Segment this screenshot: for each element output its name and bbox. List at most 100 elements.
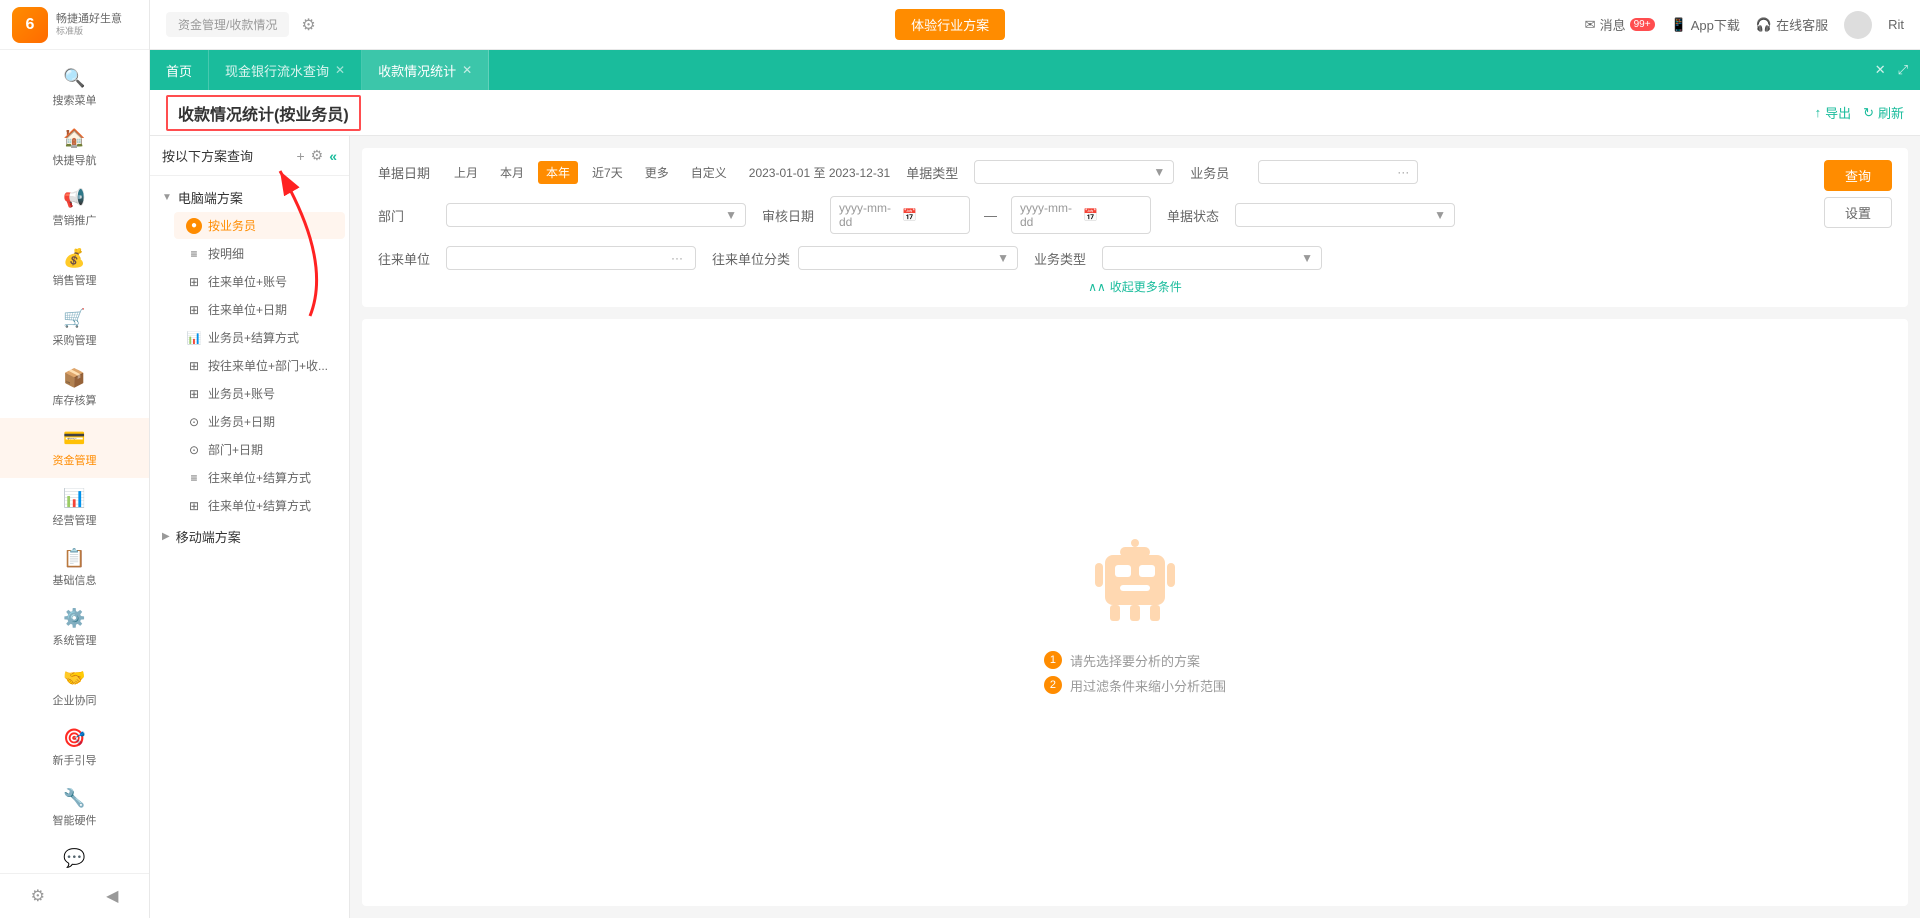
review-date-end-placeholder: yyyy-mm-dd	[1020, 201, 1079, 229]
sidebar-settings-btn[interactable]: ⚙	[31, 886, 45, 906]
date-tab-more[interactable]: 更多	[637, 161, 677, 184]
panel-add-icon[interactable]: +	[296, 148, 304, 164]
scheme-item-unit-account[interactable]: ⊞ 往来单位+账号	[174, 268, 345, 295]
filter-item-partner-category: 往来单位分类 ▼	[712, 246, 1018, 270]
sidebar-item-system[interactable]: ⚙️ 系统管理	[0, 598, 149, 658]
sidebar-item-wechat[interactable]: 💬 企业微信	[0, 838, 149, 873]
salesman-settle-icon: 📊	[186, 330, 202, 346]
scheme-item-unit-dept-collect[interactable]: ⊞ 按往来单位+部门+收...	[174, 352, 345, 379]
service-icon: 🎧	[1756, 17, 1772, 33]
scheme-item-unit-settle1[interactable]: ≡ 往来单位+结算方式	[174, 464, 345, 491]
trial-button[interactable]: 体验行业方案	[895, 9, 1005, 40]
purchase-icon: 🛒	[63, 308, 85, 329]
date-tab-last-month[interactable]: 上月	[446, 161, 486, 184]
sidebar-item-hardware[interactable]: 🔧 智能硬件	[0, 778, 149, 838]
partner-more-dots[interactable]: ···	[671, 251, 683, 265]
group-expand-arrow: ▼	[162, 192, 172, 203]
detail-scheme-icon: ≡	[186, 246, 202, 262]
collapse-more-button[interactable]: ∧∧ 收起更多条件	[378, 278, 1892, 295]
top-header-right: ✉ 消息 99+ 📱 App下载 🎧 在线客服 Rit	[1585, 11, 1904, 39]
filter-item-partner: 往来单位 ···	[378, 246, 696, 270]
app-download-button[interactable]: 📱 App下载	[1671, 15, 1740, 34]
date-tab-this-year[interactable]: 本年	[538, 161, 578, 184]
filter-item-date: 单据日期 上月 本月 本年 近7天 更多 自定义 2023-01-01 至 20…	[378, 161, 890, 184]
scheme-item-salesman-date[interactable]: ⊙ 业务员+日期	[174, 408, 345, 435]
scheme-item-unit-settle2[interactable]: ⊞ 往来单位+结算方式	[174, 492, 345, 519]
user-avatar[interactable]	[1844, 11, 1872, 39]
tab-collection-stats-close[interactable]: ✕	[462, 63, 472, 77]
sidebar-item-enterprise[interactable]: 🤝 企业协同	[0, 658, 149, 718]
search-menu-icon: 🔍	[63, 68, 85, 89]
salesman-scheme-icon: ●	[186, 218, 202, 234]
review-date-start[interactable]: yyyy-mm-dd 📅	[830, 196, 970, 234]
empty-tip-1: 1 请先选择要分析的方案	[1044, 651, 1226, 670]
biz-type-select[interactable]: ▼	[1102, 246, 1322, 270]
doc-status-select[interactable]: ▼	[1235, 203, 1455, 227]
panel-settings-icon[interactable]: ⚙	[311, 147, 324, 164]
refresh-button[interactable]: ↻ 刷新	[1863, 103, 1904, 122]
sidebar-item-guide[interactable]: 🎯 新手引导	[0, 718, 149, 778]
query-buttons: 查询 设置	[1824, 160, 1892, 228]
message-button[interactable]: ✉ 消息 99+	[1585, 15, 1655, 34]
tab-home-label: 首页	[166, 61, 192, 80]
tab-bank-flow-label: 现金银行流水查询	[225, 61, 329, 80]
mobile-group-arrow: ▶	[162, 531, 170, 542]
scheme-item-salesman-account[interactable]: ⊞ 业务员+账号	[174, 380, 345, 407]
sidebar-item-purchase[interactable]: 🛒 采购管理	[0, 298, 149, 358]
online-service-button[interactable]: 🎧 在线客服	[1756, 15, 1828, 34]
salesman-more-icon[interactable]: ···	[1397, 165, 1409, 179]
tab-bank-flow[interactable]: 现金银行流水查询 ✕	[209, 50, 362, 90]
breadcrumb: 资金管理/收款情况	[166, 12, 289, 37]
sidebar-item-operations[interactable]: 📊 经营管理	[0, 478, 149, 538]
tab-expand-icon[interactable]: ⤢	[1898, 62, 1908, 78]
panel-collapse-icon[interactable]: «	[329, 148, 337, 164]
scheme-item-by-salesman[interactable]: ● 按业务员	[174, 212, 345, 239]
scheme-item-salesman-settle[interactable]: 📊 业务员+结算方式	[174, 324, 345, 351]
query-button[interactable]: 查询	[1824, 160, 1892, 191]
scheme-item-by-detail[interactable]: ≡ 按明细	[174, 240, 345, 267]
scheme-group-desktop-header[interactable]: ▼ 电脑端方案	[150, 184, 349, 211]
inventory-icon: 📦	[63, 368, 85, 389]
scheme-item-unit-date[interactable]: ⊞ 往来单位+日期	[174, 296, 345, 323]
scheme-items-desktop: ● 按业务员 ≡ 按明细 ⊞ 往来单位+账号 ⊞	[150, 212, 349, 519]
sidebar-item-inventory[interactable]: 📦 库存核算	[0, 358, 149, 418]
date-tab-last-7days[interactable]: 近7天	[584, 161, 631, 184]
finance-icon: 💳	[63, 428, 85, 449]
sidebar-item-finance[interactable]: 💳 资金管理	[0, 418, 149, 478]
tab-bank-flow-close[interactable]: ✕	[335, 63, 345, 77]
sidebar-item-quick-nav[interactable]: 🏠 快捷导航	[0, 118, 149, 178]
tab-home[interactable]: 首页	[150, 50, 209, 90]
filter-settings-button[interactable]: 设置	[1824, 197, 1892, 228]
tab-collection-stats[interactable]: 收款情况统计 ✕	[362, 50, 489, 90]
sidebar-collapse-btn[interactable]: ◀	[106, 886, 118, 906]
top-header-left: 资金管理/收款情况 ⚙	[166, 12, 316, 37]
logo-icon: 6	[12, 7, 48, 43]
date-tab-custom[interactable]: 自定义	[683, 161, 735, 184]
unit-date-icon: ⊞	[186, 302, 202, 318]
sidebar-item-search-menu[interactable]: 🔍 搜索菜单	[0, 58, 149, 118]
panel-title: 按以下方案查询	[162, 146, 253, 165]
date-tab-this-month[interactable]: 本月	[492, 161, 532, 184]
scheme-item-dept-date[interactable]: ⊙ 部门+日期	[174, 436, 345, 463]
partner-label: 往来单位	[378, 249, 438, 268]
header-gear-icon[interactable]: ⚙	[301, 15, 315, 35]
tab-close-all-icon[interactable]: ✕	[1875, 62, 1886, 78]
partner-select[interactable]: ···	[446, 246, 696, 270]
sidebar-item-marketing[interactable]: 📢 营销推广	[0, 178, 149, 238]
review-date-end[interactable]: yyyy-mm-dd 📅	[1011, 196, 1151, 234]
sidebar-item-basic-info[interactable]: 📋 基础信息	[0, 538, 149, 598]
enterprise-icon: 🤝	[63, 668, 85, 689]
empty-state-icon	[1085, 525, 1185, 625]
salesman-select[interactable]: ···	[1258, 160, 1418, 184]
sidebar-item-sales[interactable]: 💰 销售管理	[0, 238, 149, 298]
export-button[interactable]: ↑ 导出	[1815, 103, 1852, 122]
doc-type-select[interactable]: ▼	[974, 160, 1174, 184]
calendar-start-icon: 📅	[902, 208, 961, 222]
dept-select[interactable]: ▼	[446, 203, 746, 227]
partner-category-select[interactable]: ▼	[798, 246, 1018, 270]
doc-status-chevron: ▼	[1434, 208, 1446, 222]
export-icon: ↑	[1815, 105, 1822, 120]
logo-text: 畅捷通好生意 标准版	[56, 12, 122, 38]
operations-icon: 📊	[63, 488, 85, 509]
scheme-group-mobile-header[interactable]: ▶ 移动端方案	[150, 523, 349, 550]
